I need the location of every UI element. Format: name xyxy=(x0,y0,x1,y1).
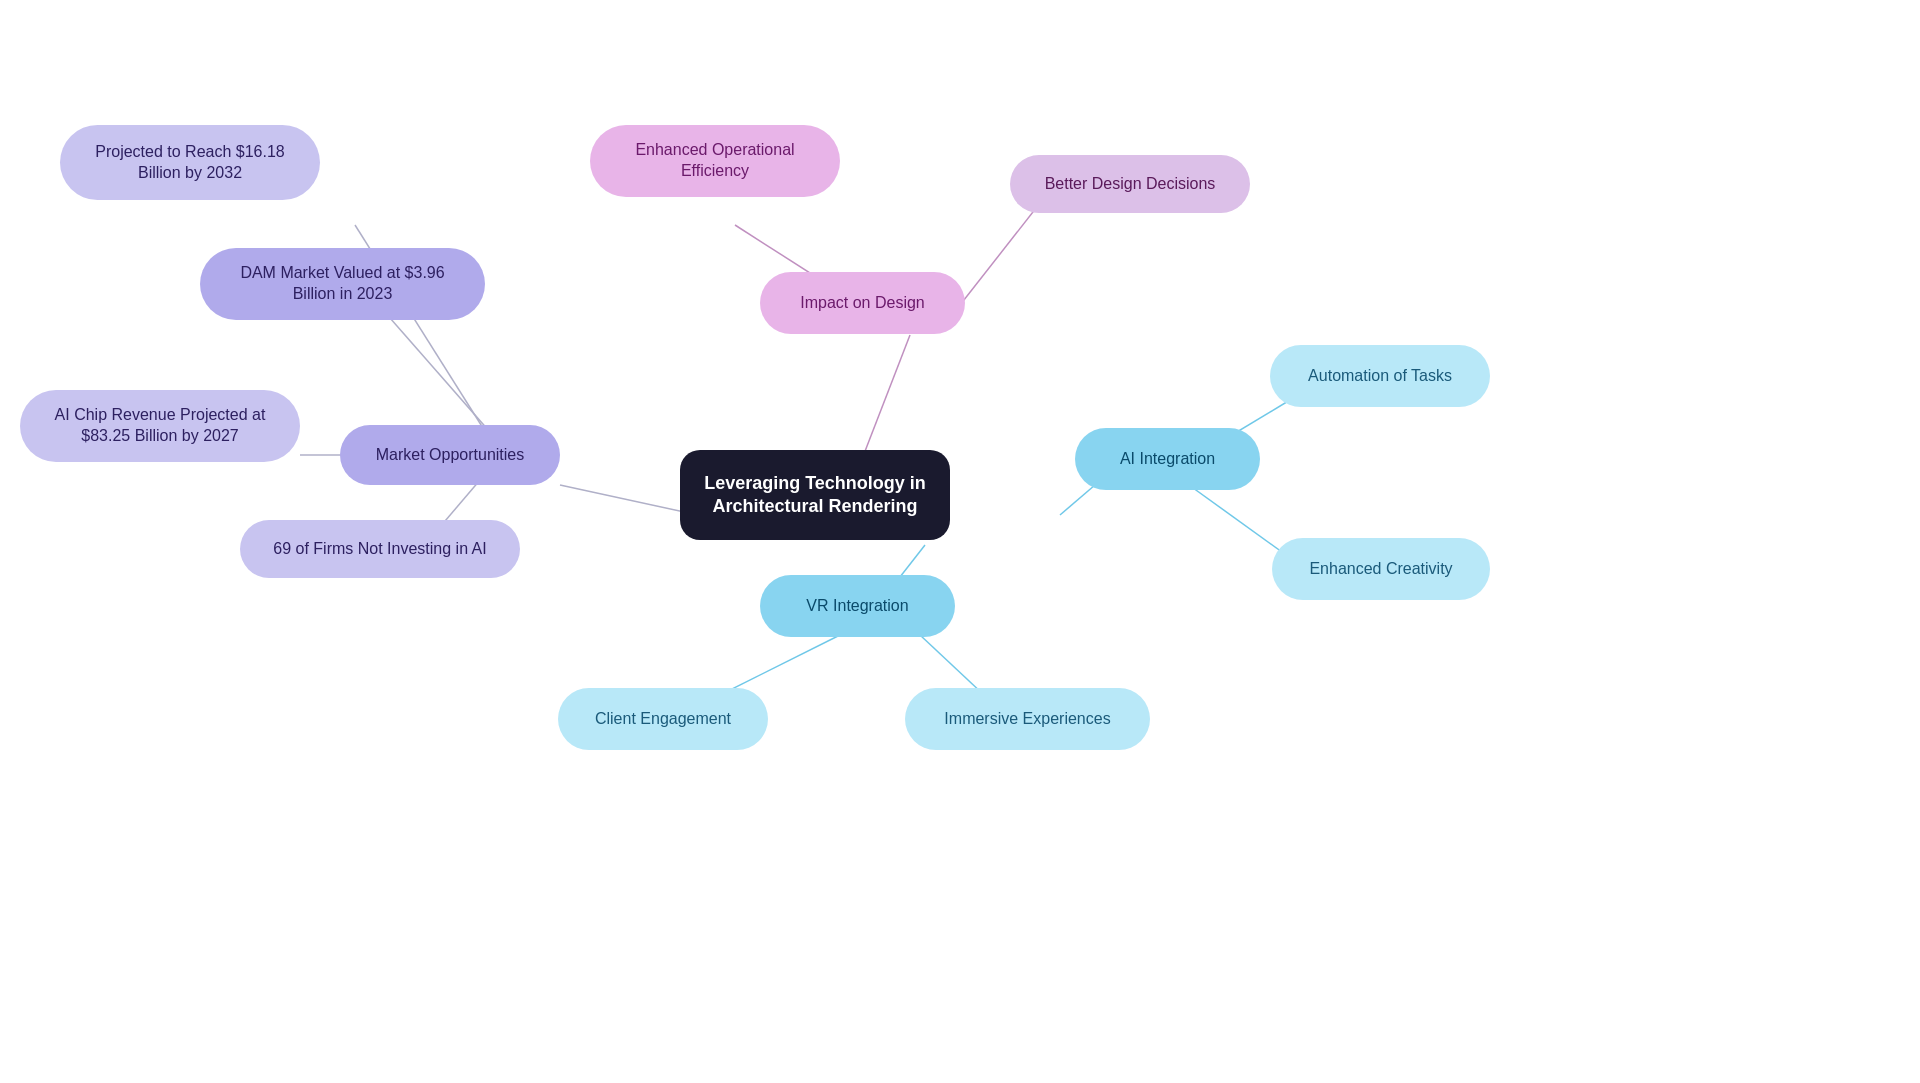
ai-integration-label: AI Integration xyxy=(1120,449,1215,470)
vr-integration-label: VR Integration xyxy=(806,596,908,617)
enhanced-creativity-label: Enhanced Creativity xyxy=(1309,559,1452,580)
automation-tasks-label: Automation of Tasks xyxy=(1308,366,1452,387)
projected-reach-node: Projected to Reach $16.18 Billion by 203… xyxy=(60,125,320,200)
vr-integration-node: VR Integration xyxy=(760,575,955,637)
enhanced-creativity-node: Enhanced Creativity xyxy=(1272,538,1490,600)
svg-line-9 xyxy=(960,203,1040,305)
firms-not-investing-label: 69 of Firms Not Investing in AI xyxy=(273,539,486,560)
client-engagement-node: Client Engagement xyxy=(558,688,768,750)
impact-on-design-label: Impact on Design xyxy=(800,293,925,314)
center-node: Leveraging Technology in Architectural R… xyxy=(680,450,950,540)
client-engagement-label: Client Engagement xyxy=(595,709,731,730)
dam-market-node: DAM Market Valued at $3.96 Billion in 20… xyxy=(200,248,485,320)
immersive-experiences-label: Immersive Experiences xyxy=(944,709,1110,730)
center-label: Leveraging Technology in Architectural R… xyxy=(702,472,928,519)
automation-tasks-node: Automation of Tasks xyxy=(1270,345,1490,407)
market-opportunities-node: Market Opportunities xyxy=(340,425,560,485)
better-design-label: Better Design Decisions xyxy=(1045,174,1216,195)
immersive-experiences-node: Immersive Experiences xyxy=(905,688,1150,750)
market-opportunities-label: Market Opportunities xyxy=(376,445,525,466)
impact-on-design-node: Impact on Design xyxy=(760,272,965,334)
ai-chip-node: AI Chip Revenue Projected at $83.25 Bill… xyxy=(20,390,300,462)
firms-not-investing-node: 69 of Firms Not Investing in AI xyxy=(240,520,520,578)
enhanced-operational-node: Enhanced Operational Efficiency xyxy=(590,125,840,197)
ai-integration-node: AI Integration xyxy=(1075,428,1260,490)
enhanced-operational-label: Enhanced Operational Efficiency xyxy=(612,140,818,182)
dam-market-label: DAM Market Valued at $3.96 Billion in 20… xyxy=(222,263,463,305)
better-design-node: Better Design Decisions xyxy=(1010,155,1250,213)
svg-line-2 xyxy=(1060,485,1095,515)
ai-chip-label: AI Chip Revenue Projected at $83.25 Bill… xyxy=(42,405,278,447)
projected-reach-label: Projected to Reach $16.18 Billion by 203… xyxy=(82,142,298,184)
